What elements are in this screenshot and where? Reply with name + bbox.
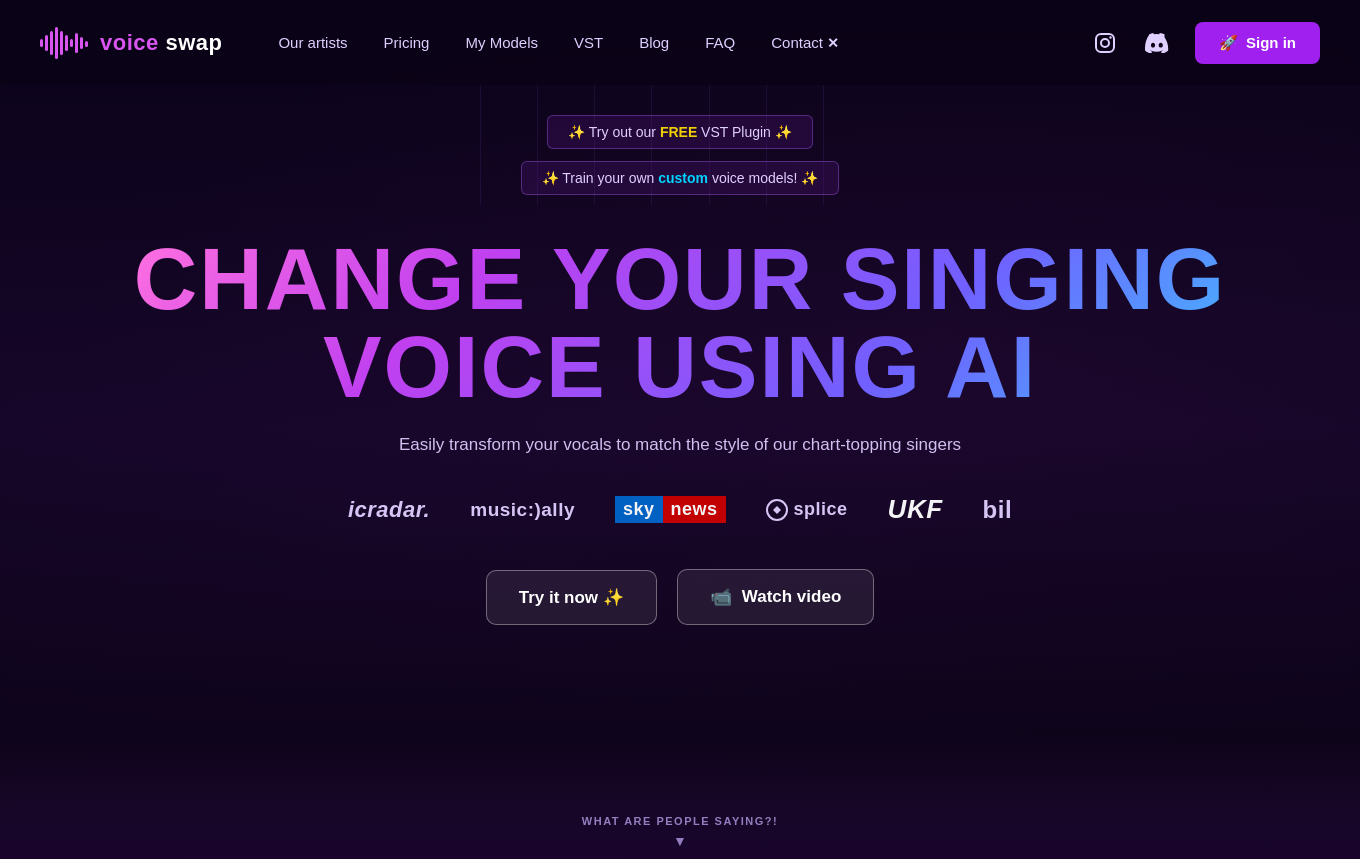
svg-point-12 [1109, 36, 1111, 38]
nav-link-my-models[interactable]: My Models [449, 26, 554, 59]
cta-buttons: Try it now ✨ 📹 Watch video [486, 569, 875, 625]
nav-link-our-artists[interactable]: Our artists [262, 26, 363, 59]
hero-title: CHANGE YOUR SINGING VOICE USING AI [134, 235, 1227, 411]
hero-section: ✨ Try out our FREE VST Plugin ✨ ✨ Train … [0, 85, 1360, 859]
svg-rect-2 [50, 31, 53, 55]
svg-rect-7 [75, 33, 78, 53]
nav-icons [1087, 25, 1175, 61]
sign-in-button[interactable]: 🚀 Sign in [1195, 22, 1320, 64]
instagram-button[interactable] [1087, 25, 1123, 61]
sign-in-label: Sign in [1246, 34, 1296, 51]
watch-video-button[interactable]: 📹 Watch video [677, 569, 875, 625]
svg-rect-3 [55, 27, 58, 59]
nav-link-faq[interactable]: FAQ [689, 26, 751, 59]
svg-rect-0 [40, 39, 43, 47]
media-logos: icradar. music:)ally sky news splice UKF… [348, 494, 1012, 525]
svg-rect-1 [45, 35, 48, 51]
nav-link-pricing[interactable]: Pricing [368, 26, 446, 59]
scroll-arrow[interactable]: ▼ [673, 833, 687, 849]
nav-links: Our artists Pricing My Models VST Blog F… [262, 26, 1087, 59]
section-label: WHAT ARE PEOPLE SAYING?! [582, 815, 778, 827]
svg-rect-6 [70, 39, 73, 47]
hero-subtitle: Easily transform your vocals to match th… [399, 431, 961, 458]
svg-rect-8 [80, 37, 83, 49]
nav-link-vst[interactable]: VST [558, 26, 619, 59]
bil-logo: bil [983, 496, 1013, 524]
ukf-logo: UKF [888, 494, 943, 525]
nav-link-blog[interactable]: Blog [623, 26, 685, 59]
nav-link-contact[interactable]: Contact ✕ [755, 26, 855, 59]
hero-title-line2: VOICE USING AI [323, 317, 1037, 416]
video-icon: 📹 [710, 586, 732, 608]
navbar: voice swap Our artists Pricing My Models… [0, 0, 1360, 85]
splice-label: splice [794, 499, 848, 520]
try-it-now-label: Try it now ✨ [519, 588, 624, 607]
skynews-logo: sky news [615, 496, 726, 523]
vst-banner[interactable]: ✨ Try out our FREE VST Plugin ✨ [547, 115, 813, 149]
svg-rect-5 [65, 35, 68, 51]
bottom-section: WHAT ARE PEOPLE SAYING?! ▼ [0, 804, 1360, 859]
logo[interactable]: voice swap [40, 27, 222, 59]
splice-logo: splice [766, 499, 848, 521]
logo-text: voice swap [100, 30, 222, 56]
svg-point-11 [1101, 39, 1109, 47]
discord-button[interactable] [1139, 25, 1175, 61]
watch-video-label: Watch video [742, 587, 842, 607]
svg-rect-4 [60, 31, 63, 55]
logo-waveform [40, 27, 90, 59]
hero-title-line1: CHANGE YOUR SINGING [134, 229, 1227, 328]
sky-label: sky [615, 496, 663, 523]
custom-banner[interactable]: ✨ Train your own custom voice models! ✨ [521, 161, 840, 195]
musicaly-logo: music:)ally [470, 499, 575, 521]
vst-banner-text: ✨ Try out our FREE VST Plugin ✨ [568, 124, 792, 140]
news-label: news [663, 496, 726, 523]
try-it-now-button[interactable]: Try it now ✨ [486, 570, 657, 625]
rocket-icon: 🚀 [1219, 34, 1238, 52]
svg-rect-9 [85, 41, 88, 47]
custom-banner-text: ✨ Train your own custom voice models! ✨ [542, 170, 819, 186]
icradar-logo: icradar. [348, 497, 430, 523]
